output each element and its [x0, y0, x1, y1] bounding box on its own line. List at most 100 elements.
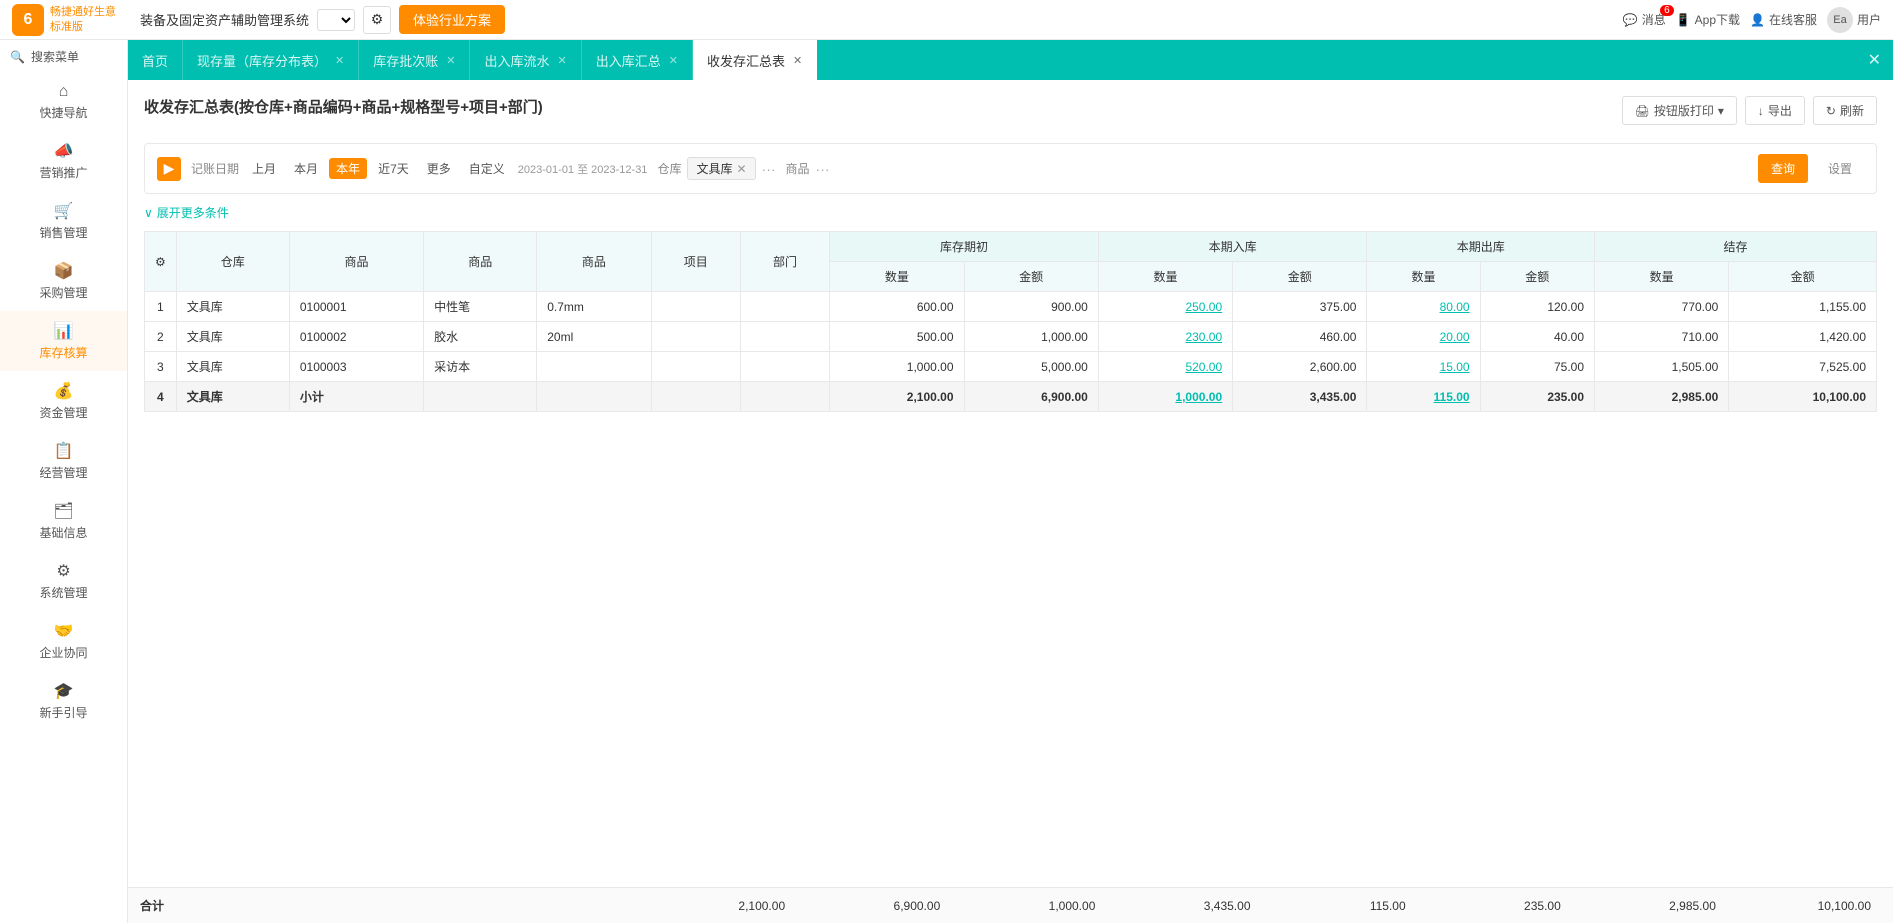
date-chip-custom[interactable]: 自定义: [462, 158, 512, 179]
tab-stock-dist[interactable]: 现存量（库存分布表） ✕: [183, 40, 359, 80]
sidebar-item-marketing[interactable]: 📣 营销推广: [0, 131, 127, 191]
row1-out-qty[interactable]: 80.00: [1367, 292, 1480, 322]
warehouse-tag-remove[interactable]: ✕: [736, 162, 746, 176]
subtotal-label: 小计: [289, 382, 423, 412]
tab-close-inout-flow[interactable]: ✕: [558, 54, 567, 67]
subtotal-out-qty[interactable]: 115.00: [1367, 382, 1480, 412]
col-header-warehouse: 仓库: [176, 232, 289, 292]
app-download-btn[interactable]: 📱 App下载: [1676, 11, 1740, 28]
tab-close-recv-send[interactable]: ✕: [793, 54, 802, 67]
row3-closing-amt: 7,525.00: [1729, 352, 1877, 382]
filter-collapse-btn[interactable]: ▶: [157, 157, 181, 181]
row1-dept: [740, 292, 829, 322]
row2-in-amt: 460.00: [1233, 322, 1367, 352]
subtotal-in-qty[interactable]: 1,000.00: [1098, 382, 1232, 412]
sidebar-item-system[interactable]: ⚙ 系统管理: [0, 551, 127, 611]
row2-opening-qty: 500.00: [830, 322, 964, 352]
online-service-btn[interactable]: 👤 在线客服: [1750, 11, 1817, 28]
row3-closing-qty: 1,505.00: [1595, 352, 1729, 382]
tab-close-stock-dist[interactable]: ✕: [335, 54, 344, 67]
sys-title-select[interactable]: [317, 9, 355, 31]
row2-warehouse: 文具库: [176, 322, 289, 352]
sidebar-item-purchase[interactable]: 📦 采购管理: [0, 251, 127, 311]
subtotal-warehouse: 文具库: [176, 382, 289, 412]
warehouse-tag[interactable]: 文具库 ✕: [687, 157, 755, 180]
tab-close-batch[interactable]: ✕: [446, 54, 455, 67]
row2-in-qty[interactable]: 230.00: [1098, 322, 1232, 352]
col-header-dept: 部门: [740, 232, 829, 292]
tab-inout-summary[interactable]: 出入库汇总 ✕: [582, 40, 693, 80]
row1-in-qty[interactable]: 250.00: [1098, 292, 1232, 322]
goods-filter-dots[interactable]: ···: [816, 161, 830, 177]
row3-dept: [740, 352, 829, 382]
refresh-btn[interactable]: ↻ 刷新: [1813, 96, 1877, 125]
total-label: 合计: [140, 897, 340, 914]
print-icon: 🖨: [1635, 104, 1650, 118]
tab-home[interactable]: 首页: [128, 40, 183, 80]
date-chip-last-month[interactable]: 上月: [245, 158, 283, 179]
page-title: 收发存汇总表(按仓库+商品编码+商品+规格型号+项目+部门): [144, 96, 543, 117]
row1-no: 1: [145, 292, 177, 322]
settings-gear-btn[interactable]: ⚙: [363, 6, 391, 34]
logo-area: 6 畅捷通好生意 标准版: [12, 4, 140, 36]
row3-warehouse: 文具库: [176, 352, 289, 382]
row1-warehouse: 文具库: [176, 292, 289, 322]
date-chip-7days[interactable]: 近7天: [371, 158, 416, 179]
system-icon: ⚙: [56, 561, 70, 581]
app-download-icon: 📱: [1676, 13, 1691, 27]
sales-icon: 🛒: [54, 201, 74, 221]
col-header-project: 项目: [651, 232, 740, 292]
refresh-icon: ↻: [1826, 104, 1836, 118]
sidebar-item-enterprise[interactable]: 🤝 企业协同: [0, 611, 127, 671]
user-area[interactable]: Ea 用户: [1827, 7, 1881, 33]
export-btn[interactable]: ↓ 导出: [1745, 96, 1805, 125]
search-menu-btn[interactable]: 🔍 搜索菜单: [0, 40, 127, 73]
sidebar-item-sales[interactable]: 🛒 销售管理: [0, 191, 127, 251]
tab-batch[interactable]: 库存批次账 ✕: [359, 40, 470, 80]
avatar: Ea: [1827, 7, 1853, 33]
expand-conditions-btn[interactable]: ∨ 展开更多条件: [144, 204, 1877, 221]
warehouse-filter-dots[interactable]: ···: [762, 161, 776, 177]
warehouse-filter-section: 仓库 文具库 ✕ ···: [657, 157, 775, 180]
print-btn[interactable]: 🖨 按钮版打印 ▾: [1622, 96, 1737, 125]
tab-close-inout-summary[interactable]: ✕: [669, 54, 678, 67]
sidebar-item-operations[interactable]: 📋 经营管理: [0, 431, 127, 491]
total-out-qty: 115.00: [1261, 899, 1416, 913]
col-group-opening: 库存期初: [830, 232, 1099, 262]
row2-closing-amt: 1,420.00: [1729, 322, 1877, 352]
sidebar: 🔍 搜索菜单 ⌂ 快捷导航 📣 营销推广 🛒 销售管理 📦 采购管理 📊: [0, 40, 128, 923]
tab-inout-flow[interactable]: 出入库流水 ✕: [470, 40, 581, 80]
try-industry-button[interactable]: 体验行业方案: [399, 5, 505, 34]
enterprise-icon: 🤝: [54, 621, 74, 641]
date-chip-this-month[interactable]: 本月: [287, 158, 325, 179]
tab-close-all-btn[interactable]: ✕: [1856, 50, 1893, 70]
query-btn[interactable]: 查询: [1758, 154, 1808, 183]
row1-opening-qty: 600.00: [830, 292, 964, 322]
sidebar-item-inventory[interactable]: 📊 库存核算: [0, 311, 127, 371]
row3-out-qty[interactable]: 15.00: [1367, 352, 1480, 382]
message-btn[interactable]: 💬 消息 6: [1623, 11, 1666, 28]
row2-out-amt: 40.00: [1480, 322, 1594, 352]
col-header-opening-amt: 金额: [964, 262, 1098, 292]
row3-out-amt: 75.00: [1480, 352, 1594, 382]
bottom-bar: 合计 2,100.00 6,900.00 1,000.00 3,435.00 1…: [128, 887, 1893, 923]
sidebar-item-finance[interactable]: 💰 资金管理: [0, 371, 127, 431]
subtotal-opening-amt: 6,900.00: [964, 382, 1098, 412]
table-settings-header[interactable]: ⚙: [145, 232, 177, 292]
sidebar-item-quick-nav[interactable]: ⌂ 快捷导航: [0, 73, 127, 131]
row3-in-qty[interactable]: 520.00: [1098, 352, 1232, 382]
setting-btn[interactable]: 设置: [1816, 155, 1864, 182]
row2-out-qty[interactable]: 20.00: [1367, 322, 1480, 352]
table-row: 2 文具库 0100002 胶水 20ml 500.00 1,000.00 23…: [145, 322, 1877, 352]
data-table: ⚙ 仓库 商品 商品 商品 项目 部门 库存期初 本期入库 本期出库 结存: [144, 231, 1877, 412]
sidebar-item-basic-info[interactable]: 🗂 基础信息: [0, 491, 127, 551]
date-chip-this-year[interactable]: 本年: [329, 158, 367, 179]
date-chip-more[interactable]: 更多: [420, 158, 458, 179]
tab-recv-send[interactable]: 收发存汇总表 ✕: [693, 40, 817, 80]
top-right-area: 💬 消息 6 📱 App下载 👤 在线客服 Ea 用户: [1623, 7, 1881, 33]
tab-bar: 首页 现存量（库存分布表） ✕ 库存批次账 ✕ 出入库流水 ✕ 出入库汇总 ✕: [128, 40, 1893, 80]
total-opening-qty: 2,100.00: [640, 899, 795, 913]
sidebar-item-guide[interactable]: 🎓 新手引导: [0, 671, 127, 731]
row1-project: [651, 292, 740, 322]
row3-project: [651, 352, 740, 382]
